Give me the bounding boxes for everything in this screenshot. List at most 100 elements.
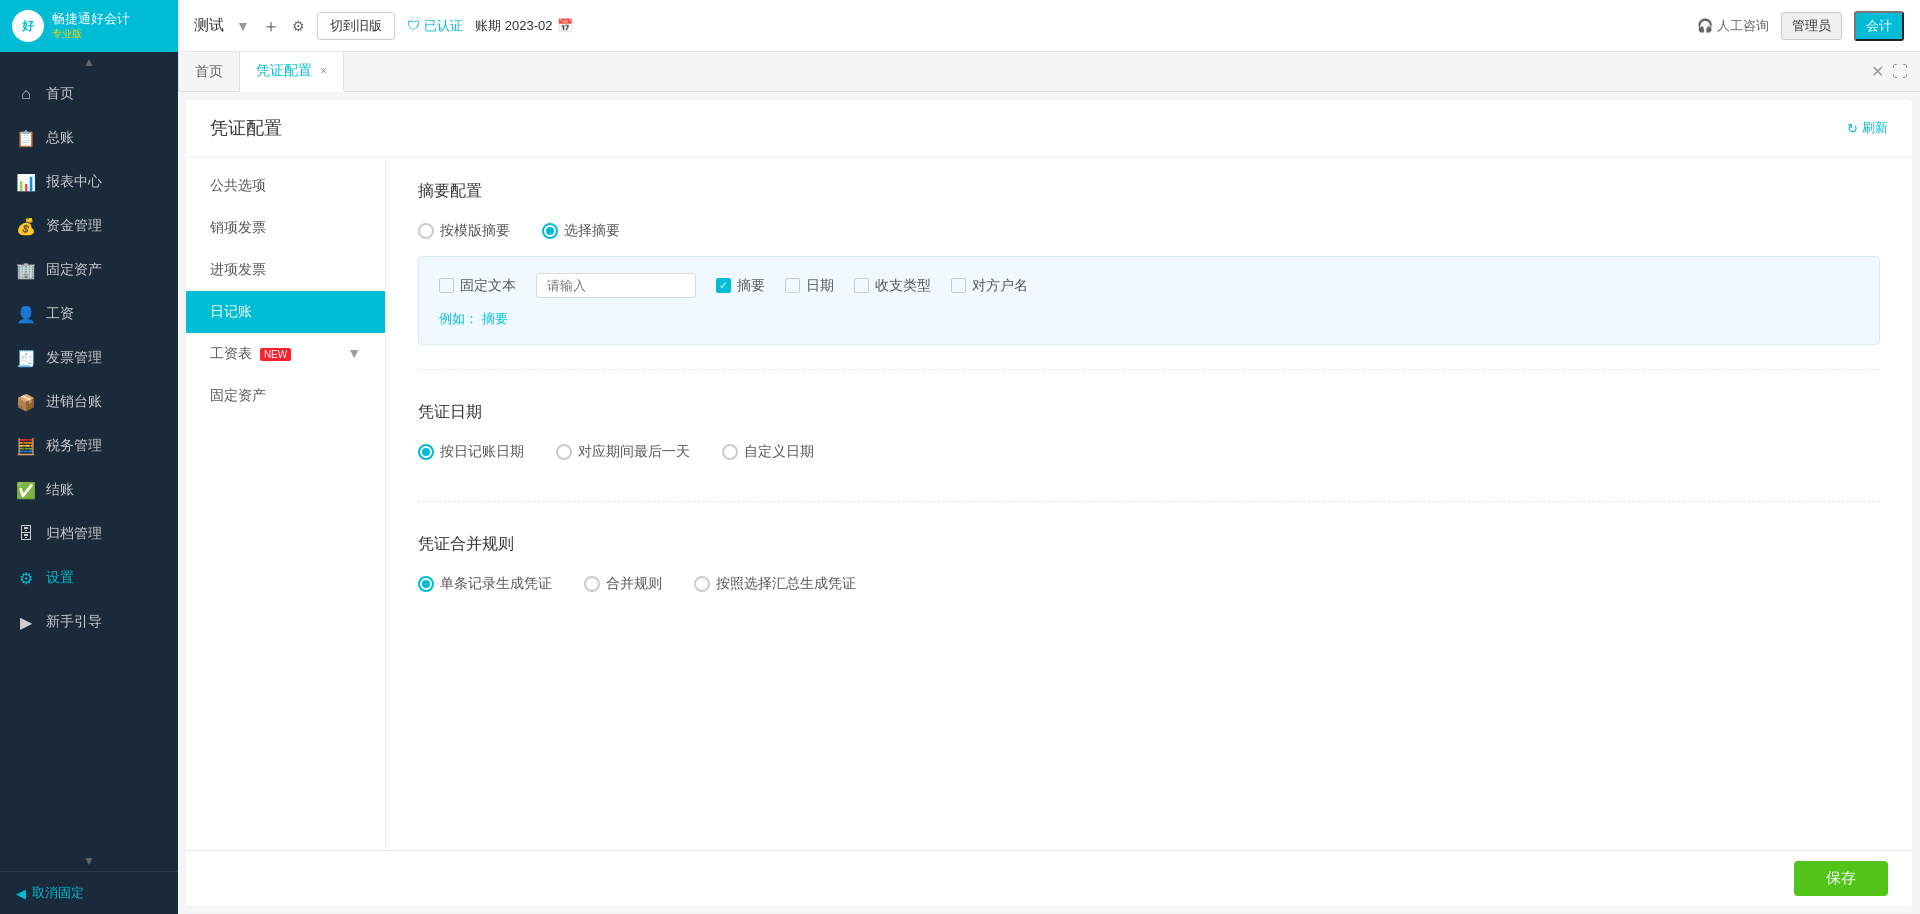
guide-icon: ▶ [16, 612, 36, 632]
date-checkbox-box [785, 278, 800, 293]
summary-section: 摘要配置 按模版摘要 选择摘要 [418, 181, 1880, 370]
period-last-radio[interactable]: 对应期间最后一天 [556, 443, 690, 461]
headset-icon: 🎧 [1697, 18, 1713, 33]
switch-version-button[interactable]: 切到旧版 [317, 12, 395, 40]
page-container: 凭证配置 ↻ 刷新 公共选项销项发票进项发票日记账工资表 NEW ▼固定资产 摘… [186, 100, 1912, 906]
summary-select-radio-circle [542, 223, 558, 239]
fullscreen-icon[interactable]: ⛶ [1892, 63, 1908, 81]
settings-icon[interactable]: ⚙ [292, 18, 305, 34]
sidebar-item-tax[interactable]: 🧮 税务管理 [0, 424, 178, 468]
tab-voucher-config[interactable]: 凭证配置 × [240, 52, 344, 92]
main-area: 测试 ▼ ＋ ⚙ 切到旧版 🛡 已认证 账期 2023-02 📅 🎧 人工咨询 … [178, 0, 1920, 914]
tab-bar: 首页 凭证配置 × ✕ ⛶ [178, 52, 1920, 92]
consult-button[interactable]: 🎧 人工咨询 [1697, 17, 1769, 35]
save-button[interactable]: 保存 [1794, 861, 1888, 896]
fixed-text-input[interactable] [536, 273, 696, 298]
date-checkbox[interactable]: 日期 [785, 277, 834, 295]
date-section: 凭证日期 按日记账日期 对应期间最后一天 [418, 402, 1880, 502]
sidebar-item-label: 首页 [46, 85, 74, 103]
refresh-button[interactable]: ↻ 刷新 [1847, 119, 1888, 137]
summary-checkbox[interactable]: ✓ 摘要 [716, 277, 765, 295]
summary-box-row: 固定文本 ✓ 摘要 日期 [439, 273, 1859, 298]
sidebar-item-label: 归档管理 [46, 525, 102, 543]
left-nav-item-purchase[interactable]: 进项发票 [186, 249, 385, 291]
logo-text: 畅捷通好会计 专业版 [52, 11, 130, 42]
selected-summary-radio[interactable]: 按照选择汇总生成凭证 [694, 575, 856, 593]
page-title: 凭证配置 [210, 116, 282, 140]
sidebar-item-fixed_assets[interactable]: 🏢 固定资产 [0, 248, 178, 292]
sidebar: 好 畅捷通好会计 专业版 ▲ ⌂ 首页 📋 总账 📊 报表中心 💰 资金管理 🏢… [0, 0, 178, 914]
home-icon: ⌂ [16, 84, 36, 104]
left-nav-item-journal[interactable]: 日记账 [186, 291, 385, 333]
sidebar-item-label: 固定资产 [46, 261, 102, 279]
sidebar-scroll-down[interactable]: ▼ [0, 851, 178, 871]
shield-icon: 🛡 [407, 18, 420, 33]
sidebar-item-home[interactable]: ⌂ 首页 [0, 72, 178, 116]
verified-badge: 🛡 已认证 [407, 17, 463, 35]
payment-type-checkbox[interactable]: 收支类型 [854, 277, 931, 295]
company-name: 测试 [194, 16, 224, 35]
counterpart-checkbox-box [951, 278, 966, 293]
summary-config-box: 固定文本 ✓ 摘要 日期 [418, 256, 1880, 345]
sidebar-item-settlement[interactable]: ✅ 结账 [0, 468, 178, 512]
period-last-radio-circle [556, 444, 572, 460]
sidebar-item-payroll[interactable]: 👤 工资 [0, 292, 178, 336]
sidebar-item-settings[interactable]: ⚙ 设置 [0, 556, 178, 600]
custom-date-radio[interactable]: 自定义日期 [722, 443, 814, 461]
tab-close-icon[interactable]: × [320, 64, 327, 78]
sidebar-nav: ⌂ 首页 📋 总账 📊 报表中心 💰 资金管理 🏢 固定资产 👤 工资 🧾 发票… [0, 72, 178, 851]
sidebar-item-archive[interactable]: 🗄 归档管理 [0, 512, 178, 556]
sidebar-item-funds[interactable]: 💰 资金管理 [0, 204, 178, 248]
sidebar-item-label: 总账 [46, 129, 74, 147]
single-record-radio[interactable]: 单条记录生成凭证 [418, 575, 552, 593]
right-content: 摘要配置 按模版摘要 选择摘要 [386, 157, 1912, 850]
selected-summary-radio-circle [694, 576, 710, 592]
sidebar-item-ledger[interactable]: 📋 总账 [0, 116, 178, 160]
summary-template-radio-circle [418, 223, 434, 239]
date-radio-group: 按日记账日期 对应期间最后一天 自定义日期 [418, 443, 1880, 461]
left-nav-item-fixed[interactable]: 固定资产 [186, 375, 385, 417]
settings-icon: ⚙ [16, 568, 36, 588]
reports-icon: 📊 [16, 172, 36, 192]
sidebar-item-reports[interactable]: 📊 报表中心 [0, 160, 178, 204]
summary-section-title: 摘要配置 [418, 181, 1880, 202]
merge-rule-radio[interactable]: 合并规则 [584, 575, 662, 593]
counterpart-checkbox[interactable]: 对方户名 [951, 277, 1028, 295]
left-nav-item-sales[interactable]: 销项发票 [186, 207, 385, 249]
fixed_assets-icon: 🏢 [16, 260, 36, 280]
refresh-icon: ↻ [1847, 121, 1858, 136]
fixed-text-checkbox-box [439, 278, 454, 293]
add-company-icon[interactable]: ＋ [262, 14, 280, 38]
sidebar-item-purchase_sales[interactable]: 📦 进销台账 [0, 380, 178, 424]
sidebar-item-guide[interactable]: ▶ 新手引导 [0, 600, 178, 644]
content-area: 凭证配置 ↻ 刷新 公共选项销项发票进项发票日记账工资表 NEW ▼固定资产 摘… [178, 92, 1920, 914]
journal-date-radio[interactable]: 按日记账日期 [418, 443, 524, 461]
tax-icon: 🧮 [16, 436, 36, 456]
summary-template-radio[interactable]: 按模版摘要 [418, 222, 510, 240]
sidebar-item-label: 工资 [46, 305, 74, 323]
merge-rule-radio-circle [584, 576, 600, 592]
sidebar-item-label: 设置 [46, 569, 74, 587]
user-button[interactable]: 管理员 [1781, 12, 1842, 40]
page-header: 凭证配置 ↻ 刷新 [186, 100, 1912, 157]
calendar-icon[interactable]: 📅 [557, 18, 573, 33]
sidebar-pin-toggle[interactable]: ◀ 取消固定 [0, 871, 178, 914]
close-window-icon[interactable]: ✕ [1871, 62, 1884, 81]
role-button[interactable]: 会计 [1854, 11, 1904, 41]
bottom-bar: 保存 [186, 850, 1912, 906]
tab-home[interactable]: 首页 [178, 52, 240, 92]
fixed-text-checkbox[interactable]: 固定文本 [439, 277, 516, 295]
sidebar-scroll-up[interactable]: ▲ [0, 52, 178, 72]
sidebar-item-label: 资金管理 [46, 217, 102, 235]
summary-radio-group: 按模版摘要 选择摘要 [418, 222, 1880, 240]
sidebar-item-invoice_mgmt[interactable]: 🧾 发票管理 [0, 336, 178, 380]
company-dropdown-icon[interactable]: ▼ [236, 18, 250, 34]
period-display: 账期 2023-02 📅 [475, 17, 573, 35]
pin-label: 取消固定 [32, 884, 84, 902]
left-nav-item-payroll[interactable]: 工资表 NEW ▼ [186, 333, 385, 375]
sidebar-logo: 好 畅捷通好会计 专业版 [0, 0, 178, 52]
merge-section-title: 凭证合并规则 [418, 534, 1880, 555]
sidebar-item-label: 进销台账 [46, 393, 102, 411]
left-nav-item-public[interactable]: 公共选项 [186, 165, 385, 207]
summary-select-radio[interactable]: 选择摘要 [542, 222, 620, 240]
